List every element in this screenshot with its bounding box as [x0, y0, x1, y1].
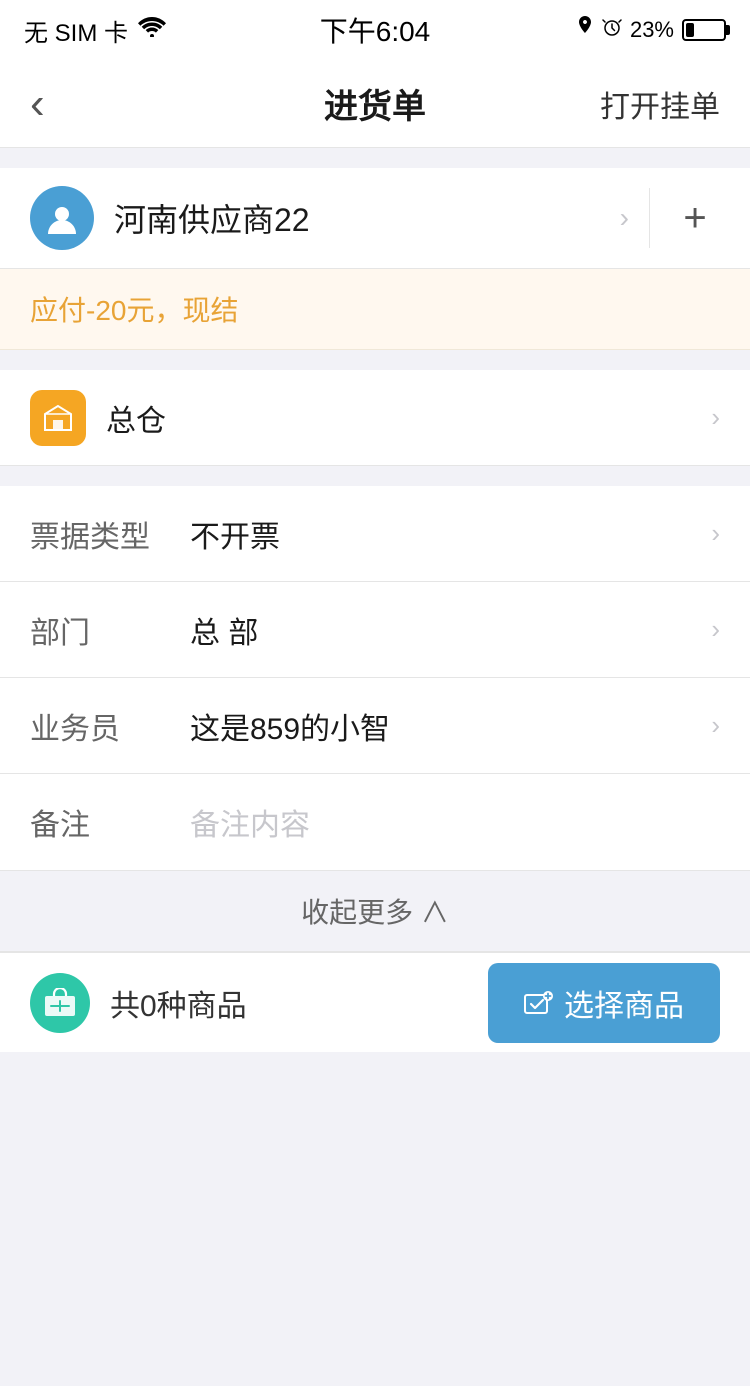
product-icon-wrap: [30, 973, 90, 1033]
supplier-section[interactable]: 河南供应商22 › +: [0, 168, 750, 269]
location-icon: [576, 16, 594, 44]
remark-label: 备注: [30, 800, 190, 844]
back-button[interactable]: ‹: [30, 79, 90, 129]
notice-banner: 应付-20元，现结: [0, 269, 750, 350]
warehouse-icon-wrap: [30, 390, 86, 446]
product-count: 共0种商品: [110, 981, 488, 1025]
select-product-label: 选择商品: [564, 981, 684, 1025]
supplier-name: 河南供应商22: [114, 195, 620, 241]
battery-percent: 23%: [630, 17, 674, 43]
alarm-icon: [602, 17, 622, 43]
status-right: 23%: [576, 16, 726, 44]
open-pending-button[interactable]: 打开挂单: [600, 82, 720, 126]
nav-bar: ‹ 进货单 打开挂单: [0, 60, 750, 148]
add-supplier-button[interactable]: +: [670, 196, 720, 241]
department-row[interactable]: 部门 总 部 ›: [0, 582, 750, 678]
collapse-label: 收起更多 ∧: [301, 891, 449, 931]
section-gap-2: [0, 350, 750, 370]
sim-label: 无 SIM 卡: [24, 13, 128, 48]
salesperson-chevron-icon: ›: [711, 710, 720, 741]
battery-icon: [682, 19, 726, 41]
warehouse-name: 总仓: [106, 396, 711, 440]
section-gap-3: [0, 466, 750, 486]
page-title: 进货单: [324, 79, 426, 128]
section-gap-1: [0, 148, 750, 168]
status-left: 无 SIM 卡: [24, 13, 166, 48]
warehouse-row[interactable]: 总仓 ›: [0, 370, 750, 466]
vertical-divider: [649, 188, 650, 248]
remark-row[interactable]: 备注 备注内容: [0, 774, 750, 870]
department-value: 总 部: [190, 608, 711, 652]
salesperson-row[interactable]: 业务员 这是859的小智 ›: [0, 678, 750, 774]
invoice-chevron-icon: ›: [711, 518, 720, 549]
warehouse-chevron-icon: ›: [711, 402, 720, 433]
collapse-button[interactable]: 收起更多 ∧: [0, 871, 750, 951]
salesperson-value: 这是859的小智: [190, 704, 711, 748]
invoice-label: 票据类型: [30, 512, 190, 556]
notice-text: 应付-20元，现结: [30, 295, 238, 326]
department-label: 部门: [30, 608, 190, 652]
supplier-row[interactable]: 河南供应商22 ›: [30, 168, 629, 268]
status-bar: 无 SIM 卡 下午6:04 23%: [0, 0, 750, 60]
form-section: 票据类型 不开票 › 部门 总 部 › 业务员 这是859的小智 › 备注 备注…: [0, 486, 750, 870]
salesperson-label: 业务员: [30, 704, 190, 748]
bottom-bar: 共0种商品 选择商品: [0, 952, 750, 1052]
supplier-avatar: [30, 186, 94, 250]
page-background: [0, 1052, 750, 1386]
invoice-value: 不开票: [190, 512, 711, 556]
invoice-type-row[interactable]: 票据类型 不开票 ›: [0, 486, 750, 582]
supplier-chevron-icon: ›: [620, 202, 629, 234]
wifi-icon: [138, 16, 166, 44]
department-chevron-icon: ›: [711, 614, 720, 645]
status-time: 下午6:04: [320, 10, 431, 50]
remark-placeholder[interactable]: 备注内容: [190, 800, 720, 844]
select-product-button[interactable]: 选择商品: [488, 963, 720, 1043]
